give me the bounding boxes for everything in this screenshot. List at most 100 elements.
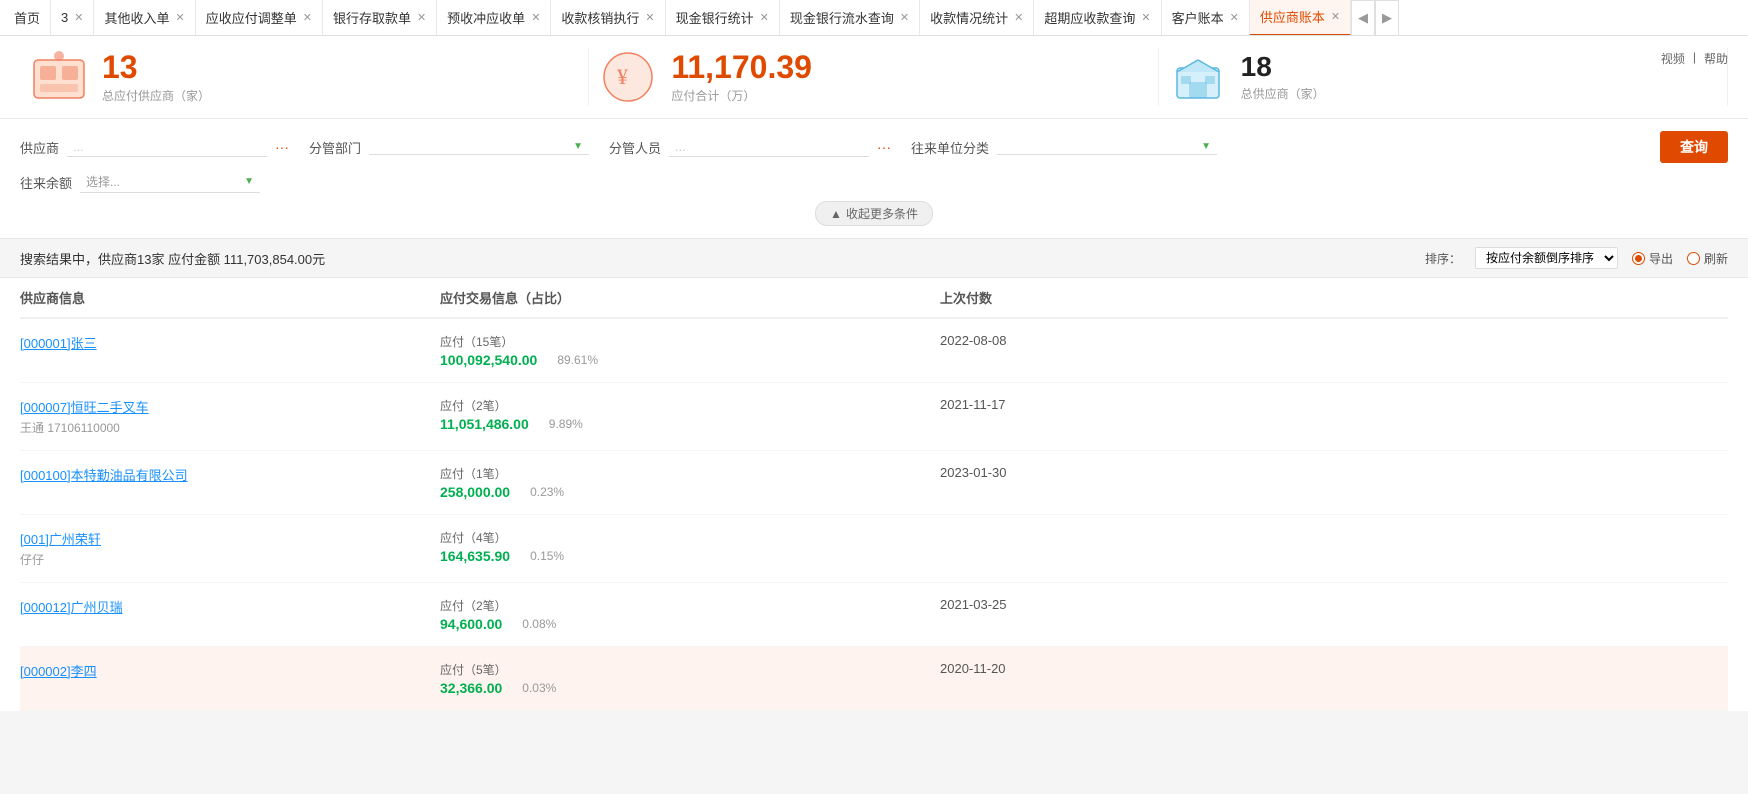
transaction-label: 应付（4笔）: [440, 529, 940, 546]
transaction-amount-row: 100,092,540.00 89.61%: [440, 352, 940, 368]
nav-tab-bank-deposit[interactable]: 银行存取款单 ✕: [323, 0, 437, 36]
last-payment-date: 2021-03-25: [940, 597, 1007, 612]
nav-tab-label: 客户账本: [1172, 8, 1224, 27]
close-icon[interactable]: ✕: [1230, 11, 1239, 24]
chevron-down-icon: ▼: [573, 141, 583, 152]
close-icon[interactable]: ✕: [760, 11, 769, 24]
transaction-details: 应付（15笔） 100,092,540.00 89.61%: [440, 333, 940, 368]
supplier-name-link[interactable]: [000007]恒旺二手叉车: [20, 397, 440, 416]
chevron-down-icon: ▼: [1201, 141, 1211, 152]
nav-tab-label: 应收应付调整单: [206, 8, 297, 27]
nav-tab-customer-ledger[interactable]: 客户账本 ✕: [1162, 0, 1250, 36]
video-link[interactable]: 视频: [1661, 50, 1685, 67]
radio-circle-icon: [1687, 252, 1700, 265]
nav-tab-label: 收款核销执行: [561, 8, 639, 27]
transaction-label: 应付（5笔）: [440, 661, 940, 678]
transaction-details: 应付（2笔） 11,051,486.00 9.89%: [440, 397, 940, 432]
supplier-name-link[interactable]: [000100]本特勤油品有限公司: [20, 465, 440, 484]
nav-tab-collection-stat[interactable]: 收款情况统计 ✕: [920, 0, 1034, 36]
stat-total-suppliers: 18 总供应商（家）: [1159, 48, 1728, 106]
table-row: [000007]恒旺二手叉车 王通 17106110000 应付（2笔） 11,…: [20, 383, 1728, 451]
transaction-pct: 0.03%: [522, 681, 556, 695]
person-dots-icon[interactable]: ···: [877, 139, 891, 155]
supplier-info-cell: [000100]本特勤油品有限公司: [20, 465, 440, 484]
close-icon[interactable]: ✕: [1331, 10, 1340, 23]
transaction-details: 应付（5笔） 32,366.00 0.03%: [440, 661, 940, 696]
balance-dropdown[interactable]: 选择... ▼: [80, 171, 260, 193]
table-row: [001]广州荣轩 仔仔 应付（4笔） 164,635.90 0.15%: [20, 515, 1728, 583]
person-input[interactable]: [669, 137, 869, 157]
supplier-dots-icon[interactable]: ···: [275, 139, 289, 155]
supplier-name-link[interactable]: [001]广州荣轩: [20, 529, 440, 548]
total-suppliers-count: 18: [1241, 52, 1325, 83]
close-icon[interactable]: ✕: [417, 11, 426, 24]
col-header-transaction: 应付交易信息（占比）: [440, 288, 940, 307]
nav-next-arrow[interactable]: ▶: [1375, 0, 1399, 36]
transaction-amount[interactable]: 94,600.00: [440, 616, 502, 632]
close-icon[interactable]: ✕: [531, 11, 540, 24]
transaction-label: 应付（15笔）: [440, 333, 940, 350]
supplier-info-cell: [001]广州荣轩 仔仔: [20, 529, 440, 568]
nav-tab-prepay[interactable]: 预收冲应收单 ✕: [437, 0, 551, 36]
help-link[interactable]: 帮助: [1704, 50, 1728, 67]
refresh-radio[interactable]: 刷新: [1687, 250, 1728, 267]
nav-tab-label: 超期应收款查询: [1044, 8, 1135, 27]
transaction-label: 应付（1笔）: [440, 465, 940, 482]
sort-select[interactable]: 按应付余额倒序排序: [1475, 247, 1618, 269]
supplier-name-link[interactable]: [000012]广州贝瑞: [20, 597, 440, 616]
nav-tab-label: 现金银行流水查询: [790, 8, 894, 27]
nav-tab-cash-stat[interactable]: 现金银行统计 ✕: [666, 0, 780, 36]
supplier-name-link[interactable]: [000002]李四: [20, 661, 440, 680]
last-payment-cell: 2023-01-30: [940, 465, 1728, 480]
person-filter-label: 分管人员: [609, 138, 661, 157]
result-actions: 排序： 按应付余额倒序排序 导出 刷新: [1425, 247, 1728, 269]
supplier-icon: [30, 48, 88, 106]
nav-tab-other-income[interactable]: 其他收入单 ✕: [94, 0, 195, 36]
transaction-amount[interactable]: 11,051,486.00: [440, 416, 529, 432]
radio-circle-icon: [1632, 252, 1645, 265]
close-icon[interactable]: ✕: [1014, 11, 1023, 24]
stat-payable-suppliers: 13 总应付供应商（家）: [20, 48, 589, 106]
data-table: 供应商信息 应付交易信息（占比） 上次付数 [000001]张三 应付（15笔）…: [0, 278, 1748, 711]
nav-tab-cash-flow[interactable]: 现金银行流水查询 ✕: [780, 0, 920, 36]
close-icon[interactable]: ✕: [645, 11, 654, 24]
dept-dropdown[interactable]: ▼: [369, 139, 589, 155]
query-button[interactable]: 查询: [1660, 131, 1728, 163]
total-suppliers-label: 总供应商（家）: [1241, 85, 1325, 102]
nav-tab-label: 收款情况统计: [930, 8, 1008, 27]
last-payment-date: 2020-11-20: [940, 661, 1006, 676]
nav-tab-ar-ap-adjust[interactable]: 应收应付调整单 ✕: [196, 0, 323, 36]
transaction-amount[interactable]: 258,000.00: [440, 484, 510, 500]
transaction-amount[interactable]: 100,092,540.00: [440, 352, 537, 368]
export-radio[interactable]: 导出: [1632, 250, 1673, 267]
filter-category: 往来单位分类 ▼: [911, 138, 1217, 157]
nav-tab-home[interactable]: 首页: [4, 0, 51, 36]
nav-tab-3[interactable]: 3 ✕: [51, 0, 94, 36]
chevron-down-icon: ▼: [244, 176, 254, 187]
supplier-filter-label: 供应商: [20, 138, 59, 157]
help-links: 视频 | 帮助: [1661, 50, 1728, 67]
nav-tab-overdue-ar[interactable]: 超期应收款查询 ✕: [1034, 0, 1161, 36]
supplier-name-link[interactable]: [000001]张三: [20, 333, 440, 352]
payable-amount: 11,170.39: [671, 50, 812, 85]
nav-tab-supplier-ledger[interactable]: 供应商账本 ✕: [1250, 0, 1351, 36]
transaction-pct: 9.89%: [549, 417, 583, 431]
close-icon[interactable]: ✕: [303, 11, 312, 24]
nav-prev-arrow[interactable]: ◀: [1351, 0, 1375, 36]
transaction-amount[interactable]: 32,366.00: [440, 680, 502, 696]
nav-tab-label: 预收冲应收单: [447, 8, 525, 27]
category-dropdown[interactable]: ▼: [997, 139, 1217, 155]
close-icon[interactable]: ✕: [74, 11, 83, 24]
balance-filter-label: 往来余额: [20, 173, 72, 192]
collapse-button[interactable]: ▲ 收起更多条件: [815, 201, 933, 226]
nav-tab-collection[interactable]: 收款核销执行 ✕: [551, 0, 665, 36]
close-icon[interactable]: ✕: [900, 11, 909, 24]
filter-row-1: 供应商 ··· 分管部门 ▼ 分管人员 ··· 往来单位分类 ▼ 查询: [20, 131, 1728, 163]
supplier-input[interactable]: [67, 137, 267, 157]
close-icon[interactable]: ✕: [175, 11, 184, 24]
close-icon[interactable]: ✕: [1141, 11, 1150, 24]
supplier-info-cell: [000007]恒旺二手叉车 王通 17106110000: [20, 397, 440, 436]
transaction-amount-row: 32,366.00 0.03%: [440, 680, 940, 696]
payable-amount-label: 应付合计（万）: [671, 87, 812, 104]
transaction-amount[interactable]: 164,635.90: [440, 548, 510, 564]
